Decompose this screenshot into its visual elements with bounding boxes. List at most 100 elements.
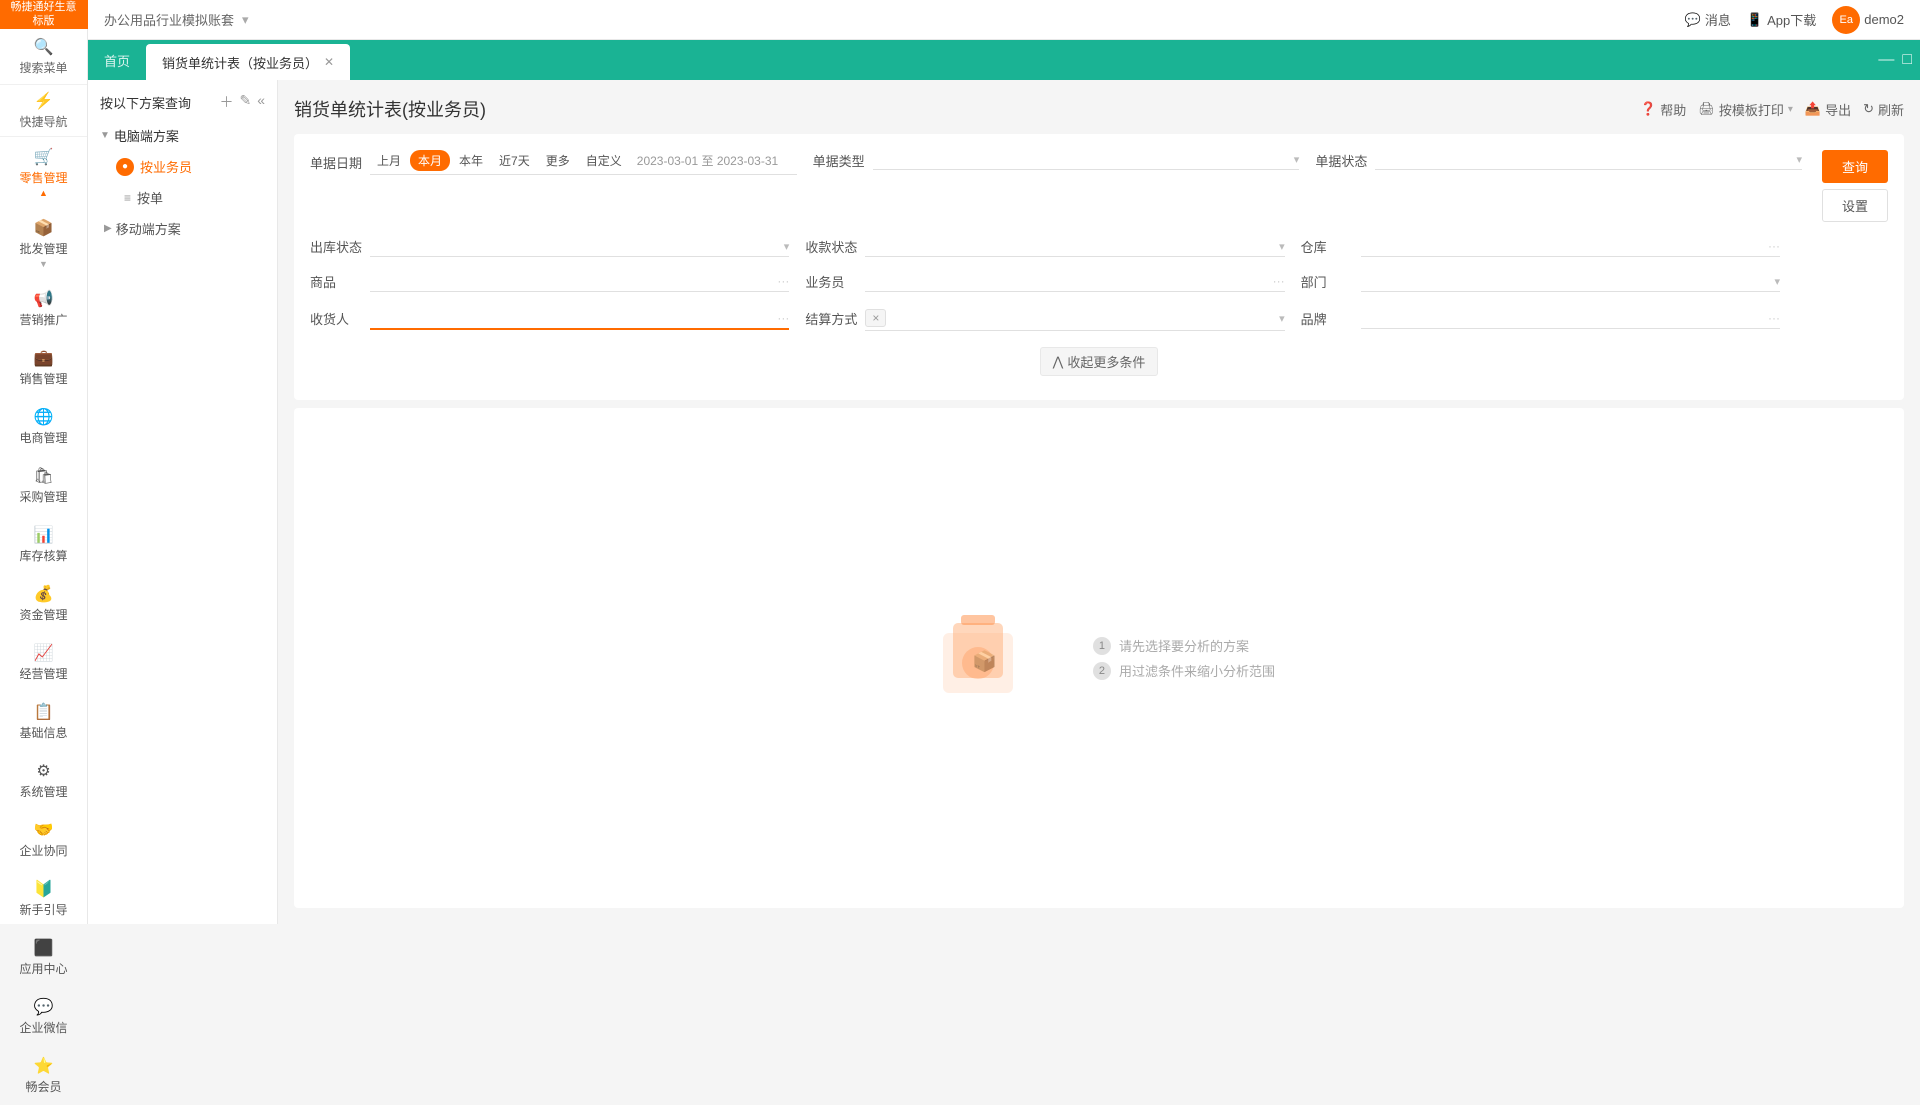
sidebar-item-marketing[interactable]: 📢 营销推广 (0, 279, 87, 338)
ecom-icon: 🌐 (34, 407, 54, 427)
query-button[interactable]: 查询 (1822, 150, 1888, 183)
page-title: 销货单统计表(按业务员) (294, 96, 486, 122)
main: 办公用品行业模拟账套 ▾ 💬 消息 📱 App下载 Ea demo2 首页 (88, 0, 1920, 924)
help-label: 帮助 (1660, 100, 1686, 119)
out-status-select[interactable]: ▾ (370, 237, 789, 257)
plan-by-salesman-label: 按业务员 (140, 157, 192, 176)
sidebar-item-retail[interactable]: 🛒 零售管理 ▲ (0, 137, 87, 208)
goods-select[interactable]: ··· (370, 271, 789, 292)
brand-select[interactable]: ··· (1361, 308, 1780, 329)
plan-group-desktop-title[interactable]: ▼ 电脑端方案 (88, 120, 277, 151)
doc-status-select[interactable]: ▾ (1375, 150, 1802, 170)
sidebar-item-member[interactable]: ⭐ 畅会员 (0, 1046, 87, 1105)
print-label: 按模板打印 (1719, 100, 1784, 119)
collapse-panel-icon[interactable]: « (257, 92, 265, 112)
plan-group-mobile[interactable]: ▶ 移动端方案 (88, 213, 277, 244)
collapse-btn[interactable]: ⋀ 收起更多条件 (1040, 347, 1159, 376)
salesman-select[interactable]: ··· (865, 271, 1284, 292)
sidebar-item-ops-label: 经营管理 (19, 665, 67, 682)
step-1-label: 请先选择要分析的方案 (1119, 636, 1249, 655)
sidebar-item-wholesale[interactable]: 📦 批发管理 ▼ (0, 208, 87, 279)
warehouse-select[interactable]: ··· (1361, 236, 1780, 257)
plan-item-by-order[interactable]: ≡ 按单 (88, 182, 277, 213)
sidebar-item-purchase-label: 采购管理 (19, 488, 67, 505)
help-btn[interactable]: ❓ 帮助 (1640, 100, 1686, 119)
sidebar-item-apps-label: 应用中心 (19, 960, 67, 977)
tab-maximize-icon[interactable]: □ (1902, 51, 1912, 69)
setting-button[interactable]: 设置 (1822, 189, 1888, 222)
sidebar-search[interactable]: 🔍 搜索菜单 (0, 29, 87, 85)
topbar-app-download-btn[interactable]: 📱 App下载 (1747, 10, 1816, 29)
refresh-label: 刷新 (1878, 100, 1904, 119)
sidebar-item-basic[interactable]: 📋 基础信息 (0, 692, 87, 751)
sidebar-logo: 畅捷通好生意 标版 (0, 0, 88, 29)
date-range-display: 2023-03-01 至 2023-03-31 (637, 152, 778, 169)
sidebar-nav-label: 快捷导航 (0, 113, 87, 130)
purchase-icon: 🛍 (33, 466, 53, 486)
tab-sales-stats[interactable]: 销货单统计表（按业务员） ✕ (146, 44, 350, 80)
add-plan-icon[interactable]: ＋ (219, 92, 233, 112)
date-btn-last-month[interactable]: 上月 (370, 150, 408, 171)
goods-label: 商品 (310, 272, 370, 291)
sidebar-item-wechat[interactable]: 💬 企业微信 (0, 987, 87, 1046)
topbar-account-arrow[interactable]: ▾ (242, 12, 249, 28)
topbar-message-btn[interactable]: 💬 消息 (1685, 10, 1731, 29)
date-btn-7days[interactable]: 近7天 (492, 150, 537, 171)
sidebar-item-finance[interactable]: 💰 资金管理 (0, 574, 87, 633)
salesman-dots: ··· (1273, 274, 1285, 288)
export-label: 导出 (1825, 100, 1851, 119)
left-panel-header: 按以下方案查询 ＋ ✎ « (88, 92, 277, 120)
settle-select[interactable]: × ▾ (865, 306, 1284, 331)
empty-state: 📦 1 请先选择要分析的方案 2 用过滤条件来缩小分析范围 (294, 408, 1904, 908)
query-btn-group: 查询 设置 (1802, 150, 1888, 222)
out-status-arrow-icon: ▾ (784, 240, 790, 253)
date-btn-this-year[interactable]: 本年 (452, 150, 490, 171)
plan-item-by-salesman[interactable]: ● 按业务员 (88, 151, 277, 182)
date-btn-more[interactable]: 更多 (539, 150, 577, 171)
sidebar-item-apps[interactable]: ⬛ 应用中心 (0, 928, 87, 987)
salesman-label: 业务员 (805, 272, 865, 291)
avatar: Ea (1832, 6, 1860, 34)
sidebar-nav[interactable]: ⚡ 快捷导航 (0, 85, 87, 137)
sidebar-item-purchase[interactable]: 🛍 采购管理 (0, 456, 87, 515)
sidebar-search-label: 搜索菜单 (0, 59, 87, 76)
dept-select[interactable]: ▾ (1361, 272, 1780, 292)
date-label: 单据日期 (310, 153, 370, 172)
refresh-btn[interactable]: ↻ 刷新 (1863, 100, 1904, 119)
receiver-input[interactable]: ··· (370, 307, 789, 330)
tab-home-label: 首页 (104, 51, 130, 70)
tab-minimize-icon[interactable]: — (1878, 51, 1894, 69)
export-btn[interactable]: 📤 导出 (1805, 100, 1851, 119)
tab-home[interactable]: 首页 (88, 40, 146, 80)
sidebar-item-system-label: 系统管理 (19, 783, 67, 800)
tab-close-icon[interactable]: ✕ (324, 55, 334, 69)
sidebar-item-system[interactable]: ⚙ 系统管理 (0, 751, 87, 810)
sidebar-item-retail-label: 零售管理 (19, 169, 67, 186)
sidebar-item-ecom[interactable]: 🌐 电商管理 (0, 397, 87, 456)
filter-card: 单据日期 上月 本月 本年 近7天 更多 自定义 2023-03-01 至 20… (294, 134, 1904, 400)
sidebar-item-corp[interactable]: 🤝 企业协同 (0, 810, 87, 869)
refresh-icon: ↻ (1863, 101, 1874, 117)
settle-tag-close-icon[interactable]: × (872, 311, 879, 325)
content: 按以下方案查询 ＋ ✎ « ▼ 电脑端方案 ● 按业务员 ≡ (88, 80, 1920, 924)
date-btn-this-month[interactable]: 本月 (410, 150, 450, 171)
edit-plan-icon[interactable]: ✎ (239, 92, 251, 112)
topbar-user-btn[interactable]: Ea demo2 (1832, 6, 1904, 34)
topbar: 办公用品行业模拟账套 ▾ 💬 消息 📱 App下载 Ea demo2 (88, 0, 1920, 40)
sidebar-item-sales[interactable]: 💼 销售管理 (0, 338, 87, 397)
out-status-label: 出库状态 (310, 237, 370, 256)
dept-arrow-icon: ▾ (1774, 275, 1780, 288)
print-btn[interactable]: 🖨 按模板打印 ▾ (1698, 100, 1793, 119)
empty-svg: 📦 (923, 603, 1033, 713)
inventory-icon: 📊 (34, 525, 54, 545)
doc-type-select[interactable]: ▾ (873, 150, 1300, 170)
sidebar-item-ops[interactable]: 📈 经营管理 (0, 633, 87, 692)
receiver-text-input[interactable] (370, 310, 777, 325)
sidebar-item-inventory[interactable]: 📊 库存核算 (0, 515, 87, 574)
pay-status-select[interactable]: ▾ (865, 237, 1284, 257)
warehouse-dots: ··· (1768, 239, 1780, 253)
corp-icon: 🤝 (34, 820, 54, 840)
date-btn-custom[interactable]: 自定义 (579, 150, 629, 171)
sidebar-logo-text: 畅捷通好生意 标版 (11, 0, 77, 29)
sidebar-item-newbie[interactable]: 🔰 新手引导 (0, 869, 87, 928)
